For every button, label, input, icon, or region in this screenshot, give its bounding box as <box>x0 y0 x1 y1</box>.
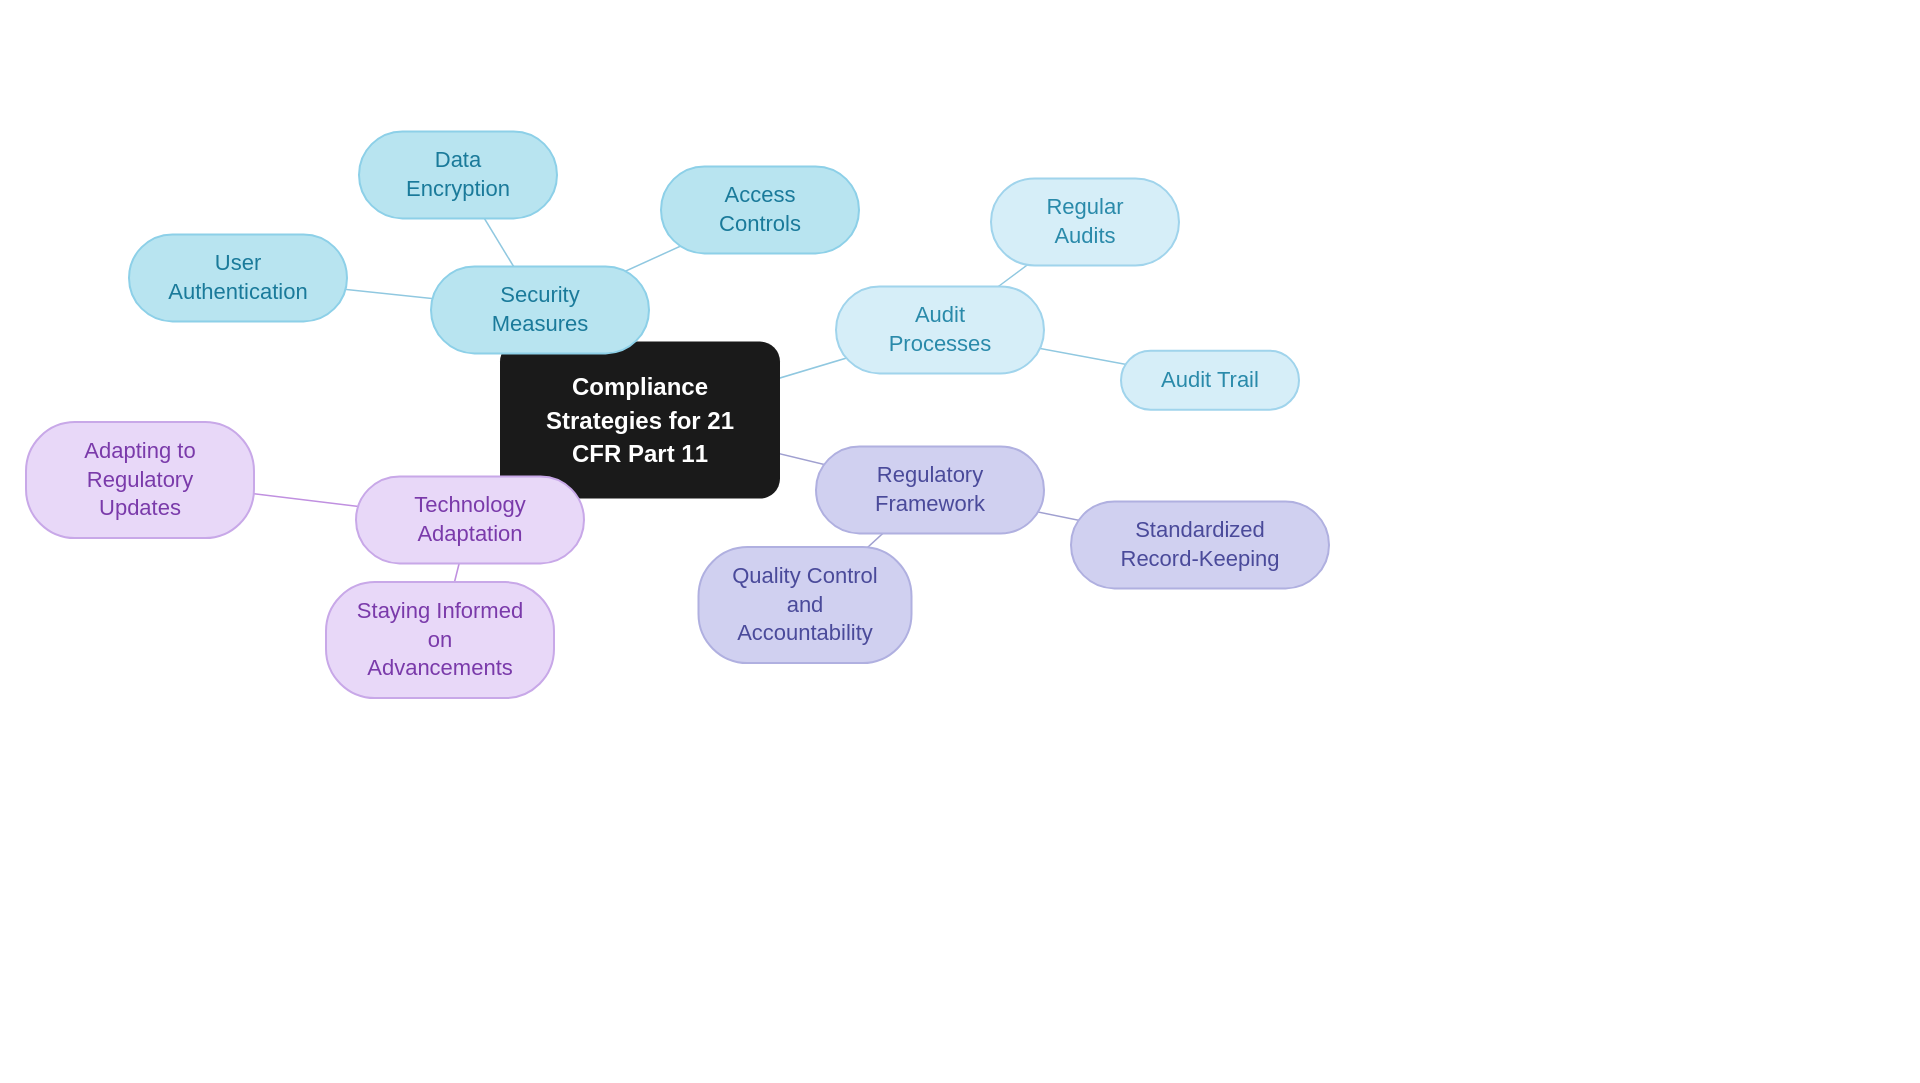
security-measures-node: Security Measures <box>430 265 650 354</box>
technology-adaptation-node: Technology Adaptation <box>355 475 585 564</box>
access-controls-node: Access Controls <box>660 165 860 254</box>
data-encryption-node: Data Encryption <box>358 130 558 219</box>
user-authentication-node: User Authentication <box>128 233 348 322</box>
quality-control-node: Quality Control and Accountability <box>698 546 913 664</box>
regular-audits-node: Regular Audits <box>990 177 1180 266</box>
staying-informed-node: Staying Informed on Advancements <box>325 581 555 699</box>
audit-trail-node: Audit Trail <box>1120 350 1300 411</box>
adapting-regulatory-node: Adapting to Regulatory Updates <box>25 421 255 539</box>
standardized-record-node: Standardized Record-Keeping <box>1070 500 1330 589</box>
audit-processes-node: Audit Processes <box>835 285 1045 374</box>
regulatory-framework-node: Regulatory Framework <box>815 445 1045 534</box>
